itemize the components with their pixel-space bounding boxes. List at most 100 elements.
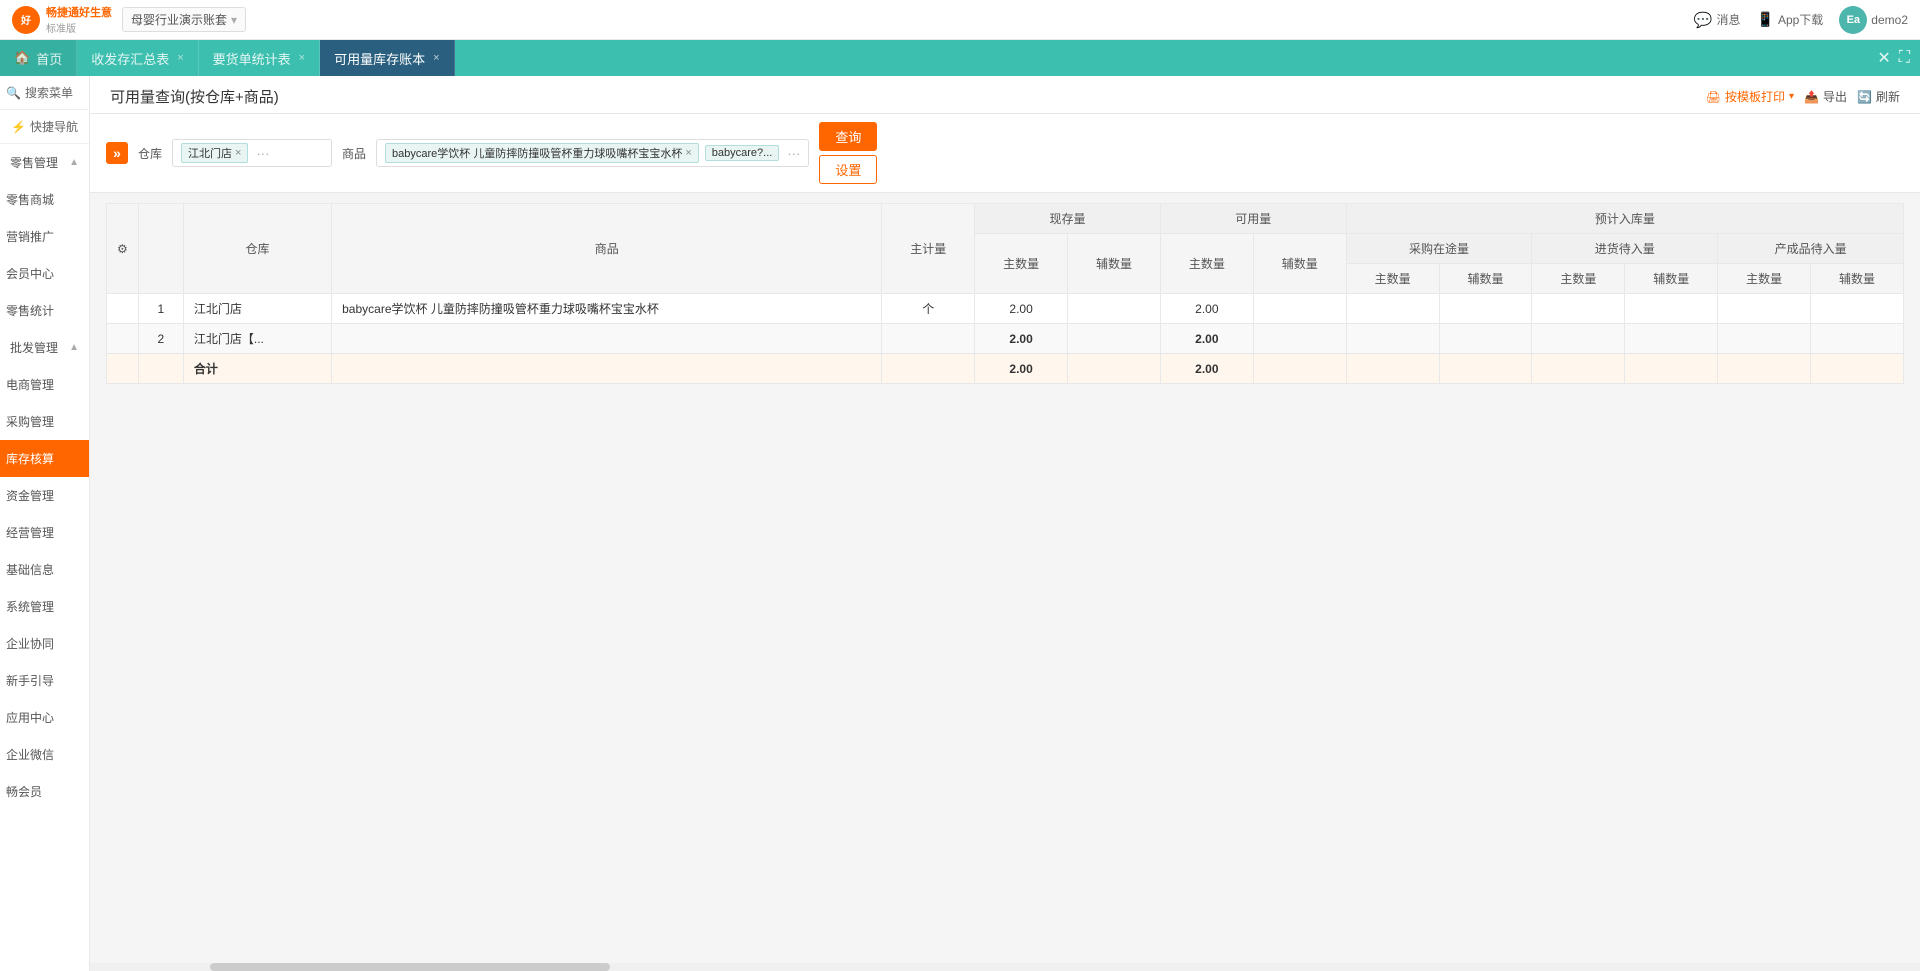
sidebar-item-member[interactable]: 会员中心 xyxy=(0,255,89,292)
footer-stock-main: 2.00 xyxy=(975,354,1068,384)
print-template-btn[interactable]: 🖨 按模板打印 ▾ xyxy=(1706,88,1794,105)
sidebar-item-app-center[interactable]: 应用中心 xyxy=(0,699,89,736)
footer-empty-unit xyxy=(882,354,975,384)
tab-bar-actions: ✕ ⛶ xyxy=(1867,40,1920,76)
product-tag-1: babycare学饮杯 儿童防摔防撞吸管杯重力球吸嘴杯宝宝水杯 × xyxy=(385,143,699,163)
sidebar-item-wholesale[interactable]: 批发管理 ▲ xyxy=(0,329,89,366)
th-avail-aux: 辅数量 xyxy=(1253,234,1346,294)
sidebar-marketing-label: 营销推广 xyxy=(6,228,54,245)
table-row: 1 江北门店 babycare学饮杯 儿童防摔防撞吸管杯重力球吸嘴杯宝宝水杯 个… xyxy=(107,294,1904,324)
sidebar-arrow-wholesale: ▲ xyxy=(69,342,79,353)
filter-buttons: 查询 设置 xyxy=(819,122,877,184)
sidebar-app-center-label: 应用中心 xyxy=(6,709,54,726)
cell-inbound-main xyxy=(1532,294,1625,324)
top-bar: 好 畅捷通好生意 标准版 母婴行业演示账套 ▾ 💬 消息 📱 App下载 Ea … xyxy=(0,0,1920,40)
horizontal-scrollbar[interactable] xyxy=(90,963,1920,971)
footer-inbound-aux xyxy=(1625,354,1718,384)
sidebar-quick-nav[interactable]: ⚡ 快捷导航 xyxy=(0,110,89,144)
expand-icon[interactable]: ⛶ xyxy=(1899,49,1910,67)
sidebar-purchase-label: 采购管理 xyxy=(6,413,54,430)
export-btn[interactable]: 📤 导出 xyxy=(1804,88,1847,105)
sidebar-item-enterprise[interactable]: 企业协同 xyxy=(0,625,89,662)
sidebar-item-ecommerce[interactable]: 电商管理 xyxy=(0,366,89,403)
sidebar-member-label: 会员中心 xyxy=(6,265,54,282)
th-goods-inbound: 进货待入量 xyxy=(1532,234,1718,264)
tab-inventory[interactable]: 可用量库存账本 × xyxy=(320,40,454,76)
tab-receipts[interactable]: 收发存汇总表 × xyxy=(77,40,198,76)
footer-stock-aux xyxy=(1068,354,1161,384)
cell-index: 1 xyxy=(138,294,183,324)
sidebar-base-info-label: 基础信息 xyxy=(6,561,54,578)
warehouse-tag-remove[interactable]: × xyxy=(235,147,241,159)
sidebar-nav-label: 快捷导航 xyxy=(30,118,78,135)
sidebar-item-system[interactable]: 系统管理 xyxy=(0,588,89,625)
user-area[interactable]: Ea demo2 xyxy=(1839,6,1908,34)
th-available-group: 可用量 xyxy=(1160,204,1346,234)
close-tab-icon[interactable]: ✕ xyxy=(1877,48,1890,68)
expand-filter-btn[interactable]: » xyxy=(106,142,128,164)
download-action[interactable]: 📱 App下载 xyxy=(1757,11,1824,28)
sidebar-item-retail-stats[interactable]: 零售统计 xyxy=(0,292,89,329)
product-filter-box[interactable]: babycare学饮杯 儿童防摔防撞吸管杯重力球吸嘴杯宝宝水杯 × babyca… xyxy=(376,139,809,167)
cell-stock-aux-2 xyxy=(1068,324,1161,354)
company-selector[interactable]: 母婴行业演示账套 ▾ xyxy=(122,7,246,32)
warehouse-filter-box[interactable]: 江北门店 × ··· xyxy=(172,139,332,167)
message-action[interactable]: 💬 消息 xyxy=(1694,11,1741,29)
sidebar-search-label: 搜索菜单 xyxy=(25,84,73,101)
th-settings: ⚙ xyxy=(107,204,139,294)
tab-home-label: 首页 xyxy=(36,49,62,68)
tab-bar: 🏠 首页 收发存汇总表 × 要货单统计表 × 可用量库存账本 × ✕ ⛶ xyxy=(0,40,1920,76)
tab-order-stats[interactable]: 要货单统计表 × xyxy=(199,40,320,76)
sidebar-item-marketing[interactable]: 营销推广 xyxy=(0,218,89,255)
sidebar-item-purchase[interactable]: 采购管理 xyxy=(0,403,89,440)
sidebar-item-ops[interactable]: 经营管理 xyxy=(0,514,89,551)
th-stock-main: 主数量 xyxy=(975,234,1068,294)
product-tag-1-remove[interactable]: × xyxy=(685,147,691,159)
tab-order-stats-label: 要货单统计表 xyxy=(213,49,291,68)
tab-order-stats-close[interactable]: × xyxy=(299,52,305,64)
warehouse-tag: 江北门店 × xyxy=(181,143,248,163)
settings-btn[interactable]: 设置 xyxy=(819,155,877,184)
th-warehouse: 仓库 xyxy=(183,204,331,294)
print-icon: 🖨 xyxy=(1706,90,1721,104)
sidebar-item-new-guide[interactable]: 新手引导 xyxy=(0,662,89,699)
logo: 好 畅捷通好生意 标准版 xyxy=(12,4,112,35)
sidebar-item-retail-mgmt[interactable]: 零售管理 ▲ xyxy=(0,144,89,181)
tab-receipts-close[interactable]: × xyxy=(177,52,183,64)
refresh-btn[interactable]: 🔄 刷新 xyxy=(1857,88,1900,105)
sidebar-search[interactable]: 🔍 搜索菜单 xyxy=(0,76,89,110)
sidebar-item-member2[interactable]: 畅会员 xyxy=(0,773,89,810)
tab-inventory-close[interactable]: × xyxy=(433,52,439,64)
th-purchase-transit: 采购在途量 xyxy=(1346,234,1532,264)
home-icon: 🏠 xyxy=(14,50,30,66)
product-more-btn[interactable]: ··· xyxy=(787,146,800,161)
sidebar-item-base-info[interactable]: 基础信息 xyxy=(0,551,89,588)
sidebar-retail-mgmt-label: 零售管理 xyxy=(10,154,58,171)
cell-unit-2 xyxy=(882,324,975,354)
tab-inventory-label: 可用量库存账本 xyxy=(334,49,425,68)
sidebar-item-finance[interactable]: 资金管理 xyxy=(0,477,89,514)
footer-row: 合计 2.00 2.00 xyxy=(107,354,1904,384)
sidebar-item-inventory-mgmt[interactable]: 库存核算 xyxy=(0,440,89,477)
logo-sub: 标准版 xyxy=(46,20,112,35)
refresh-label: 刷新 xyxy=(1876,88,1900,105)
sidebar-item-enterprise-wx[interactable]: 企业微信 xyxy=(0,736,89,773)
user-avatar: Ea xyxy=(1839,6,1867,34)
footer-avail-main: 2.00 xyxy=(1160,354,1253,384)
cell-stock-aux xyxy=(1068,294,1161,324)
product-tag-2: babycare?... xyxy=(705,145,780,161)
export-label: 导出 xyxy=(1823,88,1847,105)
tab-home[interactable]: 🏠 首页 xyxy=(0,40,77,76)
warehouse-more-btn[interactable]: ··· xyxy=(256,146,269,161)
footer-empty-settings xyxy=(107,354,139,384)
download-icon: 📱 xyxy=(1757,11,1774,28)
sidebar-item-retail-mall[interactable]: 零售商城 xyxy=(0,181,89,218)
scrollbar-thumb[interactable] xyxy=(210,963,610,971)
query-btn[interactable]: 查询 xyxy=(819,122,877,151)
cell-purchase-aux xyxy=(1439,294,1532,324)
product-filter-label: 商品 xyxy=(342,145,366,162)
cell-avail-aux xyxy=(1253,294,1346,324)
cell-stock-main: 2.00 xyxy=(975,294,1068,324)
logo-text: 畅捷通好生意 xyxy=(46,4,112,20)
cell-avail-main: 2.00 xyxy=(1160,294,1253,324)
